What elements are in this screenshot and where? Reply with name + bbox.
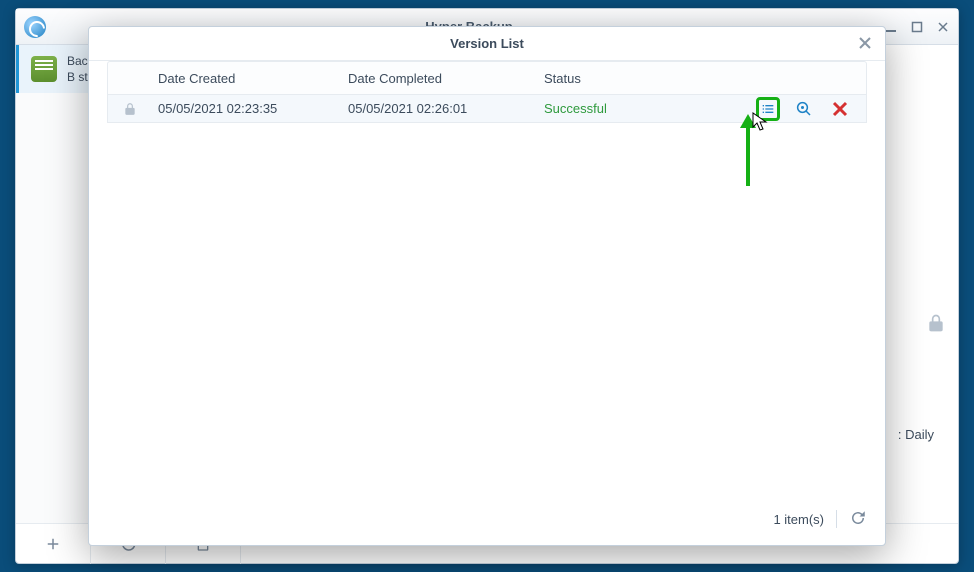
- server-icon: [31, 56, 57, 82]
- col-status[interactable]: Status: [544, 71, 866, 86]
- refresh-button[interactable]: [849, 509, 867, 530]
- cell-status: Successful: [544, 101, 607, 116]
- dialog-close-button[interactable]: [857, 35, 875, 53]
- cell-date-created: 05/05/2021 02:23:35: [152, 101, 348, 116]
- lock-icon[interactable]: [926, 313, 946, 338]
- restore-button[interactable]: [792, 97, 816, 121]
- item-count: 1 item(s): [773, 512, 824, 527]
- lock-icon[interactable]: [108, 102, 152, 116]
- table-header: Date Created Date Completed Status: [107, 61, 867, 95]
- version-table: Date Created Date Completed Status 05/05…: [89, 61, 885, 123]
- minimize-button[interactable]: [884, 20, 898, 34]
- version-list-dialog: Version List Date Created Date Completed…: [88, 26, 886, 546]
- delete-version-button[interactable]: [828, 97, 852, 121]
- col-date-created[interactable]: Date Created: [152, 71, 348, 86]
- close-button[interactable]: [936, 20, 950, 34]
- cell-date-completed: 05/05/2021 02:26:01: [348, 101, 544, 116]
- version-row[interactable]: 05/05/2021 02:23:35 05/05/2021 02:26:01 …: [107, 95, 867, 123]
- schedule-text: : Daily: [898, 427, 934, 442]
- add-task-button[interactable]: [16, 524, 91, 564]
- maximize-button[interactable]: [910, 20, 924, 34]
- hyper-backup-app-icon: [24, 16, 46, 38]
- col-date-completed[interactable]: Date Completed: [348, 71, 544, 86]
- view-files-button[interactable]: [756, 97, 780, 121]
- dialog-title: Version List: [89, 27, 885, 61]
- dialog-footer: 1 item(s): [107, 505, 867, 533]
- divider: [836, 510, 837, 528]
